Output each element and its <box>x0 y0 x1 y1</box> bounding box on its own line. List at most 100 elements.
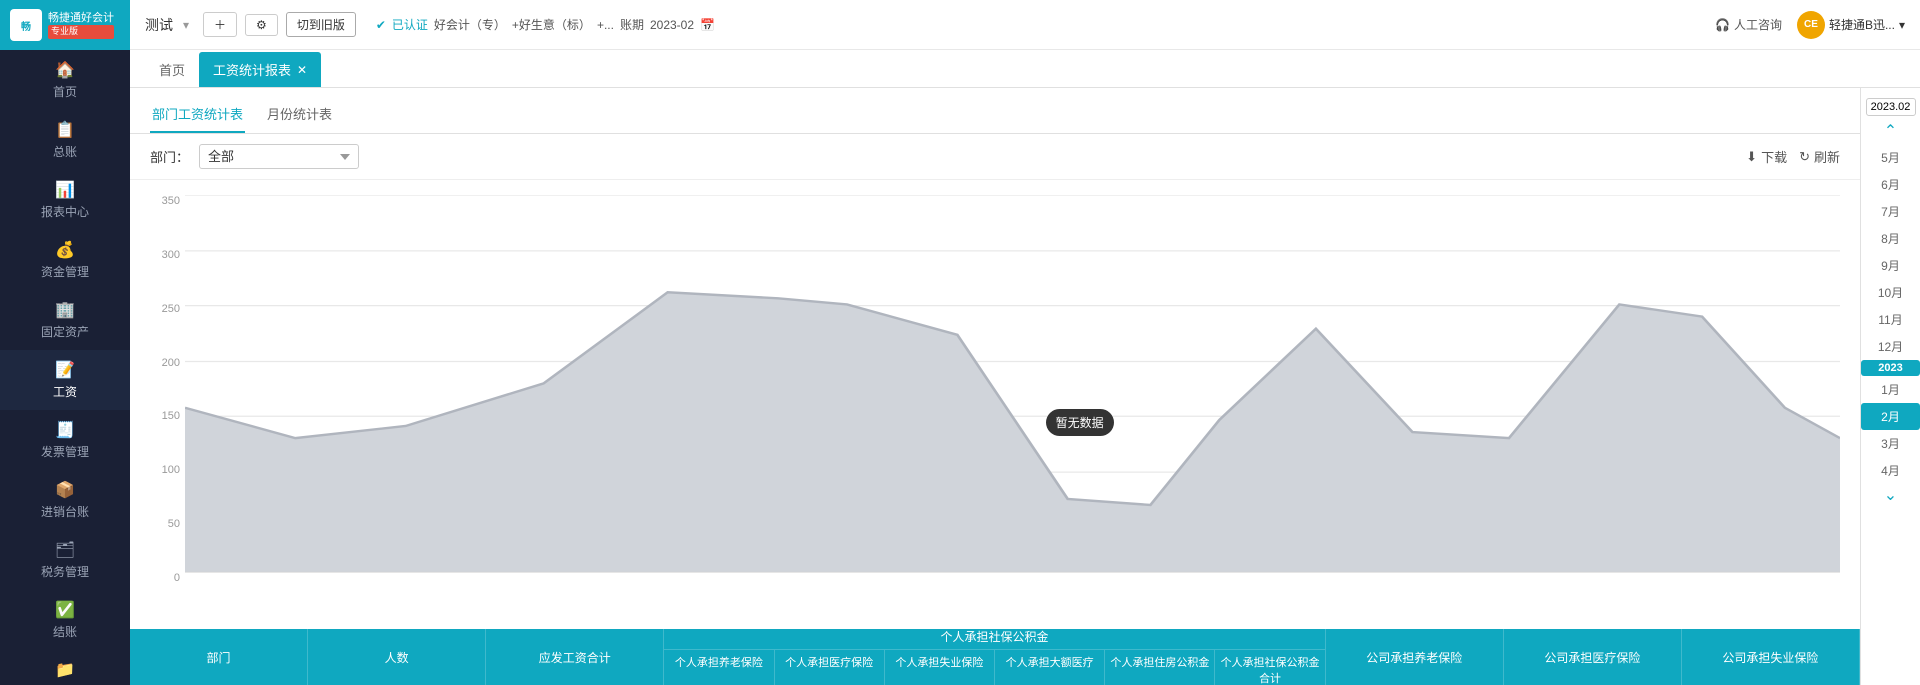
month-2023-1月[interactable]: 1月 <box>1861 376 1920 403</box>
logo-title: 畅捷通好会计 <box>48 11 114 25</box>
sidebar-item-报表中心[interactable]: 📊报表中心 <box>0 170 130 230</box>
month-2022-9月[interactable]: 9月 <box>1861 252 1920 279</box>
y-axis: 050100150200250300350 <box>150 195 185 584</box>
y-label-300: 300 <box>162 249 180 261</box>
toolbar-left: 部门： 全部财务部销售部人事部 <box>150 144 359 169</box>
sub-tabs: 部门工资统计表月份统计表 <box>130 88 1860 134</box>
th-公司承担养老保险: 公司承担养老保险 <box>1326 629 1504 685</box>
th-个人承担养老保险: 个人承担养老保险 <box>664 650 774 685</box>
topbar-dropdown-arrow[interactable]: ▾ <box>183 18 189 32</box>
topbar: 测试 ▾ ＋ ⚙ 切到旧版 ✔ 已认证 好会计（专） +好生意（标） +... … <box>130 0 1920 50</box>
tab-首页[interactable]: 首页 <box>145 52 199 87</box>
content-area: 部门工资统计表月份统计表 部门： 全部财务部销售部人事部 ⬇ 下载 ↻ 刷新 <box>130 88 1920 685</box>
year-tag-2023: 2023 <box>1861 360 1920 376</box>
th-公司承担失业保险: 公司承担失业保险 <box>1682 629 1860 685</box>
sub-tab-月份统计表[interactable]: 月份统计表 <box>265 98 334 133</box>
sidebar-item-发票管理[interactable]: 🧾发票管理 <box>0 410 130 470</box>
switch-old-button[interactable]: 切到旧版 <box>286 12 356 37</box>
month-2022-10月[interactable]: 10月 <box>1861 279 1920 306</box>
chart-svg-wrapper: 暂无数据 <box>185 195 1840 584</box>
sidebar-item-工资[interactable]: 📝工资 <box>0 350 130 410</box>
th-个人承担社保公积金合计: 个人承担社保公积金合计 <box>1215 650 1324 685</box>
sidebar-item-归档管理[interactable]: 📁归档管理 <box>0 650 130 685</box>
tag3: +... <box>597 18 614 32</box>
y-label-50: 50 <box>168 518 180 530</box>
refresh-button[interactable]: ↻ 刷新 <box>1799 147 1840 166</box>
th-个人承担大额医疗: 个人承担大额医疗 <box>995 650 1105 685</box>
username: 轻捷通B迅... <box>1829 16 1895 33</box>
sidebar-item-税务管理[interactable]: 🗂税务管理 <box>0 530 130 590</box>
settings-button[interactable]: ⚙ <box>245 14 278 36</box>
tab-工资统计报表[interactable]: 工资统计报表✕ <box>199 52 321 87</box>
toolbar-right: ⬇ 下载 ↻ 刷新 <box>1746 147 1840 166</box>
y-label-250: 250 <box>162 303 180 315</box>
calendar-icon[interactable]: 📅 <box>700 18 715 32</box>
sidebar-item-资金管理[interactable]: 💰资金管理 <box>0 230 130 290</box>
refresh-icon: ↻ <box>1799 149 1810 165</box>
sidebar-item-结账[interactable]: ✅结账 <box>0 590 130 650</box>
month-2023-4月[interactable]: 4月 <box>1861 457 1920 484</box>
refresh-label: 刷新 <box>1814 147 1840 166</box>
content-main: 部门工资统计表月份统计表 部门： 全部财务部销售部人事部 ⬇ 下载 ↻ 刷新 <box>130 88 1860 685</box>
sidebar-item-固定资产[interactable]: 🏢固定资产 <box>0 290 130 350</box>
topbar-title: 测试 <box>145 15 173 35</box>
month-2022-7月[interactable]: 7月 <box>1861 198 1920 225</box>
tab-close-icon[interactable]: ✕ <box>297 63 307 77</box>
topbar-right: 🎧 人工咨询 CE 轻捷通B迅... ▾ <box>1715 11 1905 39</box>
month-2023-3月[interactable]: 3月 <box>1861 430 1920 457</box>
sidebar-item-进销台账[interactable]: 📦进销台账 <box>0 470 130 530</box>
help-button[interactable]: 🎧 人工咨询 <box>1715 16 1782 33</box>
cert-icon: ✔ <box>376 18 386 32</box>
y-label-200: 200 <box>162 357 180 369</box>
dept-select[interactable]: 全部财务部销售部人事部 <box>199 144 359 169</box>
topbar-actions: ＋ ⚙ 切到旧版 <box>203 12 356 37</box>
y-label-100: 100 <box>162 464 180 476</box>
logo-subtitle: 专业版 <box>48 25 114 39</box>
month-2022-5月[interactable]: 5月 <box>1861 144 1920 171</box>
month-2023-2月[interactable]: 2月 <box>1861 403 1920 430</box>
table-header: 部门人数应发工资合计个人承担社保公积金个人承担养老保险个人承担医疗保险个人承担失… <box>130 629 1860 685</box>
date-input[interactable] <box>1866 98 1916 116</box>
logo-icon: 畅 <box>10 9 42 41</box>
period-label: 账期 <box>620 16 644 33</box>
download-label: 下载 <box>1761 147 1787 166</box>
user-info[interactable]: CE 轻捷通B迅... ▾ <box>1797 11 1905 39</box>
sub-tab-部门工资统计表[interactable]: 部门工资统计表 <box>150 98 245 133</box>
month-2022-11月[interactable]: 11月 <box>1861 306 1920 333</box>
add-button[interactable]: ＋ <box>203 12 237 37</box>
th-公司承担医疗保险: 公司承担医疗保险 <box>1504 629 1682 685</box>
y-label-0: 0 <box>174 572 180 584</box>
chart-svg <box>185 195 1840 584</box>
headset-icon: 🎧 <box>1715 18 1730 32</box>
logo-text: 畅捷通好会计 专业版 <box>48 11 114 39</box>
status-text: 已认证 <box>392 16 428 33</box>
dept-label: 部门： <box>150 147 189 166</box>
sidebar-item-总账[interactable]: 📋总账 <box>0 110 130 170</box>
download-button[interactable]: ⬇ 下载 <box>1746 147 1787 166</box>
tag2: +好生意（标） <box>512 16 591 33</box>
th-group-social: 个人承担社保公积金个人承担养老保险个人承担医疗保险个人承担失业保险个人承担大额医… <box>664 629 1325 685</box>
helper-label: 人工咨询 <box>1734 16 1782 33</box>
user-dropdown-arrow[interactable]: ▾ <box>1899 18 1905 32</box>
right-panel: ⌃5月6月7月8月9月10月11月12月20231月2月3月4月⌄ <box>1860 88 1920 685</box>
month-2022-6月[interactable]: 6月 <box>1861 171 1920 198</box>
sidebar-menu: 🏠首页📋总账📊报表中心💰资金管理🏢固定资产📝工资🧾发票管理📦进销台账🗂税务管理✅… <box>0 50 130 685</box>
logo: 畅 畅捷通好会计 专业版 <box>0 0 130 50</box>
date-nav-up-btn[interactable]: ⌃ <box>1880 120 1901 144</box>
toolbar: 部门： 全部财务部销售部人事部 ⬇ 下载 ↻ 刷新 <box>130 134 1860 180</box>
chart-container: 050100150200250300350 <box>150 195 1840 614</box>
tabs-bar: 首页工资统计报表✕ <box>130 50 1920 88</box>
month-2022-8月[interactable]: 8月 <box>1861 225 1920 252</box>
download-icon: ⬇ <box>1746 149 1757 165</box>
th-group-title: 个人承担社保公积金 <box>664 629 1324 650</box>
avatar: CE <box>1797 11 1825 39</box>
th-应发工资合计: 应发工资合计 <box>486 629 664 685</box>
sidebar: 畅 畅捷通好会计 专业版 🏠首页📋总账📊报表中心💰资金管理🏢固定资产📝工资🧾发票… <box>0 0 130 685</box>
month-2022-12月[interactable]: 12月 <box>1861 333 1920 360</box>
sidebar-item-首页[interactable]: 🏠首页 <box>0 50 130 110</box>
th-个人承担失业保险: 个人承担失业保险 <box>885 650 995 685</box>
date-nav-down-btn[interactable]: ⌄ <box>1880 484 1901 508</box>
th-个人承担住房公积金: 个人承担住房公积金 <box>1105 650 1215 685</box>
th-人数: 人数 <box>308 629 486 685</box>
th-部门: 部门 <box>130 629 308 685</box>
